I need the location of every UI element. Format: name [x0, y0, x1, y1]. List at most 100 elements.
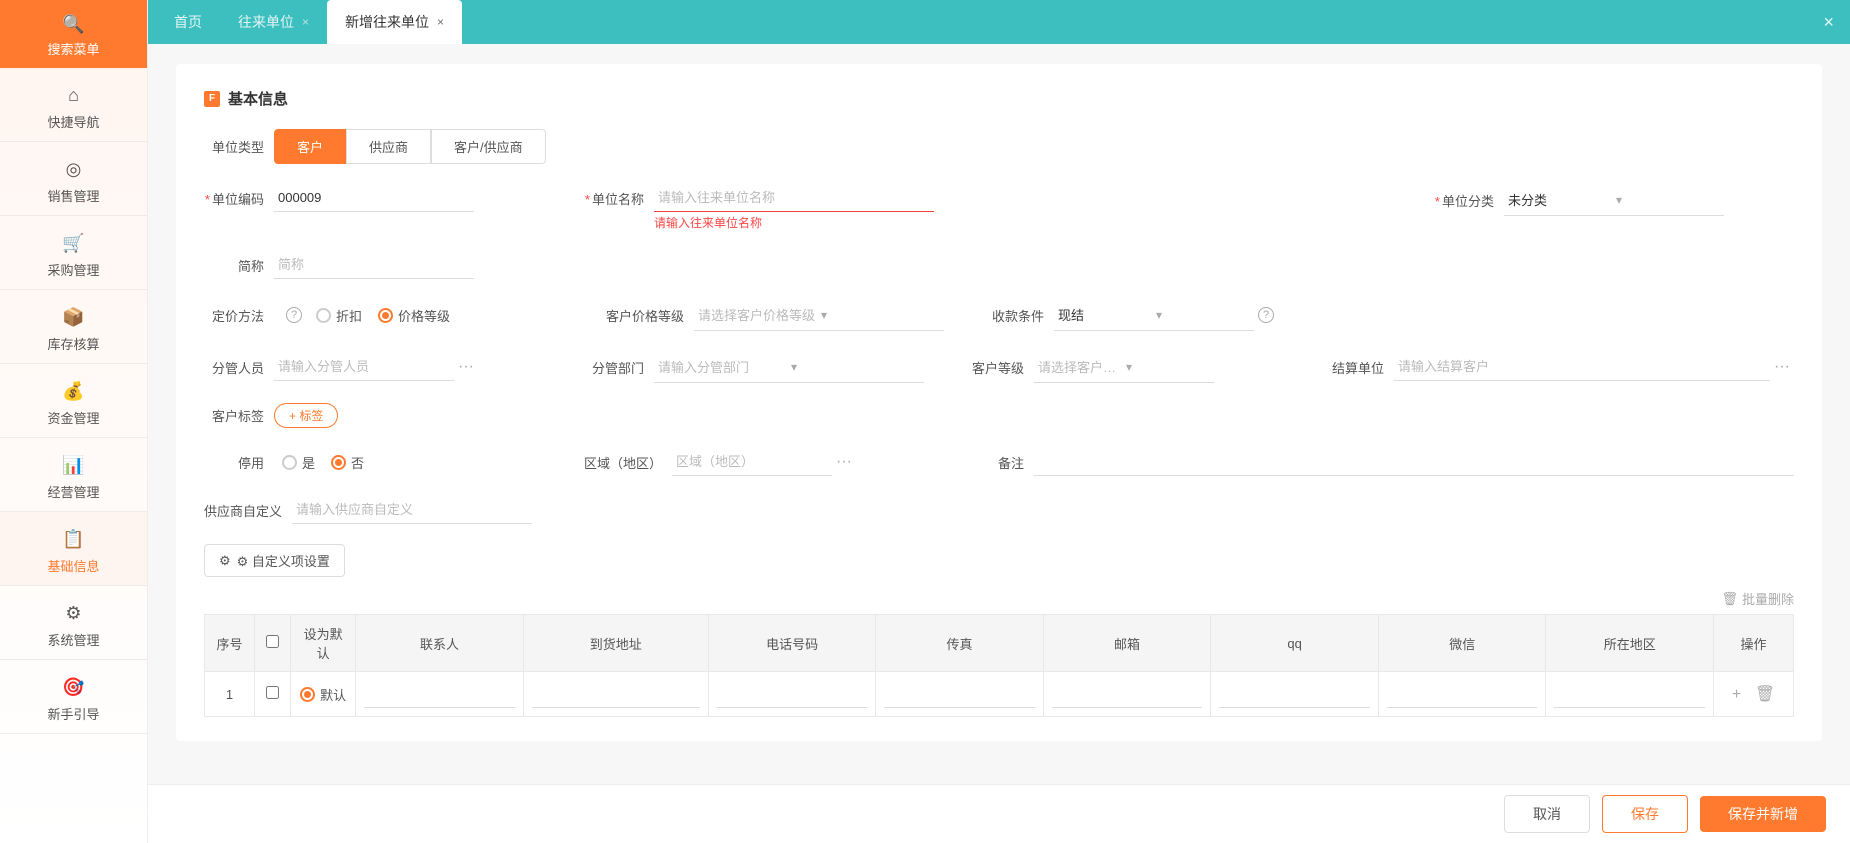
customer-price-level-value: 请选择客户价格等级: [698, 305, 817, 324]
remarks-input[interactable]: [1034, 448, 1794, 476]
sidebar-item-basic-info[interactable]: 📋 基础信息: [0, 512, 147, 586]
row-supplier-custom: 供应商自定义: [204, 496, 1794, 524]
row-add-btn[interactable]: +: [1727, 684, 1746, 706]
unit-type-supplier[interactable]: 供应商: [346, 129, 431, 164]
customer-level-field: 客户等级 请选择客户等级 ▾: [964, 351, 1284, 383]
unit-type-customer[interactable]: 客户: [274, 129, 346, 164]
customer-level-select[interactable]: 请选择客户等级 ▾: [1034, 351, 1214, 383]
sidebar-item-search[interactable]: 🔍 搜索菜单: [0, 0, 147, 68]
row-address: [523, 672, 708, 717]
row-delete-btn[interactable]: 🗑: [1750, 682, 1780, 706]
row-qq-input[interactable]: [1219, 680, 1370, 708]
region-more-btn[interactable]: ···: [832, 453, 856, 471]
sidebar-item-inventory[interactable]: 📦 库存核算: [0, 290, 147, 364]
sidebar-item-sys-mgmt[interactable]: ⚙ 系统管理: [0, 586, 147, 660]
disabled-label: 停用: [204, 453, 264, 472]
row-wechat-input[interactable]: [1387, 680, 1537, 708]
select-all-checkbox[interactable]: [266, 635, 279, 648]
unit-name-label: 单位名称: [584, 189, 644, 208]
row-default-radio[interactable]: 默认: [299, 685, 347, 704]
sidebar-item-quick-nav[interactable]: ⌂ 快捷导航: [0, 68, 147, 142]
short-name-input[interactable]: [274, 251, 474, 279]
batch-delete-label[interactable]: 批量删除: [1742, 589, 1794, 608]
tab-partners-close[interactable]: ×: [302, 15, 309, 29]
row-actions: + 🗑: [1714, 672, 1794, 717]
row-email-input[interactable]: [1052, 680, 1202, 708]
table-section: ⚙ ⚙ 自定义项设置 🗑 批量删除 序号 设为默认: [204, 544, 1794, 717]
tab-add-partner[interactable]: 新增往来单位 ×: [327, 0, 462, 44]
row-fax-input[interactable]: [884, 680, 1034, 708]
custom-settings-button[interactable]: ⚙ ⚙ 自定义项设置: [204, 544, 345, 577]
row-checkbox-cell: [255, 672, 291, 717]
manager-more-btn[interactable]: ···: [454, 358, 478, 376]
payment-terms-select[interactable]: 现结 ▾: [1054, 299, 1254, 331]
cancel-button[interactable]: 取消: [1504, 795, 1590, 833]
save-button[interactable]: 保存: [1602, 795, 1688, 833]
sidebar-item-finance[interactable]: 💰 资金管理: [0, 364, 147, 438]
sidebar-item-label: 采购管理: [47, 260, 99, 279]
col-phone: 电话号码: [708, 615, 875, 672]
department-select[interactable]: 请输入分管部门 ▾: [654, 351, 924, 383]
sidebar-item-guide[interactable]: 🎯 新手引导: [0, 660, 147, 734]
close-all-tabs[interactable]: ×: [1815, 12, 1842, 33]
radio-discount[interactable]: 折扣: [316, 306, 362, 325]
customer-level-placeholder: 请选择客户等级: [1038, 357, 1122, 376]
sidebar-item-operation[interactable]: 📊 经营管理: [0, 438, 147, 512]
row-fax: [876, 672, 1043, 717]
pricing-help-icon[interactable]: ?: [286, 307, 302, 323]
row-phone-input[interactable]: [717, 680, 867, 708]
tab-bar: 首页 往来单位 × 新增往来单位 × ×: [148, 0, 1850, 44]
unit-code-input[interactable]: [274, 184, 474, 212]
manager-input[interactable]: [274, 353, 454, 381]
tab-home[interactable]: 首页: [156, 0, 220, 44]
sidebar-item-label: 基础信息: [47, 556, 99, 575]
customer-price-level-select[interactable]: 请选择客户价格等级 ▾: [694, 299, 944, 331]
sidebar-item-label: 搜索菜单: [47, 39, 99, 58]
row-contact: [356, 672, 523, 717]
row-short-name: 简称: [204, 251, 1794, 279]
row-location-input[interactable]: [1554, 680, 1705, 708]
unit-type-both[interactable]: 客户/供应商: [431, 129, 546, 164]
unit-category-field: 单位分类 未分类 ▾: [1434, 184, 1794, 216]
row-disabled: 停用 是 否 区域（地区）: [204, 448, 1794, 476]
form-card: F 基本信息 单位类型 客户 供应商 客户/供应商 单位编码: [176, 64, 1822, 741]
purchase-icon: 🛒: [61, 230, 87, 256]
row-address-input[interactable]: [532, 680, 700, 708]
unit-category-select[interactable]: 未分类 ▾: [1504, 184, 1724, 216]
radio-no[interactable]: 否: [331, 453, 364, 472]
payment-terms-help-icon[interactable]: ?: [1258, 307, 1274, 323]
customer-price-level-label: 客户价格等级: [604, 306, 684, 325]
manager-field: 分管人员 ···: [204, 353, 544, 381]
flag-icon: F: [204, 91, 220, 107]
sidebar: 🔍 搜索菜单 ⌂ 快捷导航 ◎ 销售管理 🛒 采购管理 📦 库存核算 💰 资金管…: [0, 0, 148, 843]
sidebar-item-sales[interactable]: ◎ 销售管理: [0, 142, 147, 216]
settlement-unit-input[interactable]: [1394, 353, 1770, 381]
row-phone: [708, 672, 875, 717]
pricing-method-label: 定价方法: [204, 306, 264, 325]
save-new-button[interactable]: 保存并新增: [1700, 796, 1826, 832]
row-contact-input[interactable]: [364, 680, 514, 708]
sidebar-item-purchase[interactable]: 🛒 采购管理: [0, 216, 147, 290]
pricing-radio-group: 折扣 价格等级: [316, 306, 450, 325]
radio-yes[interactable]: 是: [282, 453, 315, 472]
unit-type-row: 单位类型 客户 供应商 客户/供应商: [204, 129, 1794, 164]
col-address: 到货地址: [523, 615, 708, 672]
col-no: 序号: [205, 615, 255, 672]
tab-add-partner-close[interactable]: ×: [437, 15, 444, 29]
col-qq: qq: [1211, 615, 1379, 672]
region-input[interactable]: [672, 448, 832, 476]
short-name-field: 简称: [204, 251, 544, 279]
row-checkbox[interactable]: [266, 686, 279, 699]
col-default: 设为默认: [291, 615, 356, 672]
radio-price-level[interactable]: 价格等级: [378, 306, 450, 325]
sidebar-item-label: 系统管理: [47, 630, 99, 649]
row-default-label: 默认: [320, 685, 346, 704]
add-tag-button[interactable]: + 标签: [274, 403, 338, 428]
inventory-icon: 📦: [61, 304, 87, 330]
tab-partners[interactable]: 往来单位 ×: [220, 0, 327, 44]
supplier-custom-label: 供应商自定义: [204, 501, 282, 520]
settlement-unit-more[interactable]: ···: [1770, 358, 1794, 376]
radio-yes-circle: [282, 455, 297, 470]
supplier-custom-input[interactable]: [292, 496, 532, 524]
unit-name-input[interactable]: [654, 184, 934, 212]
